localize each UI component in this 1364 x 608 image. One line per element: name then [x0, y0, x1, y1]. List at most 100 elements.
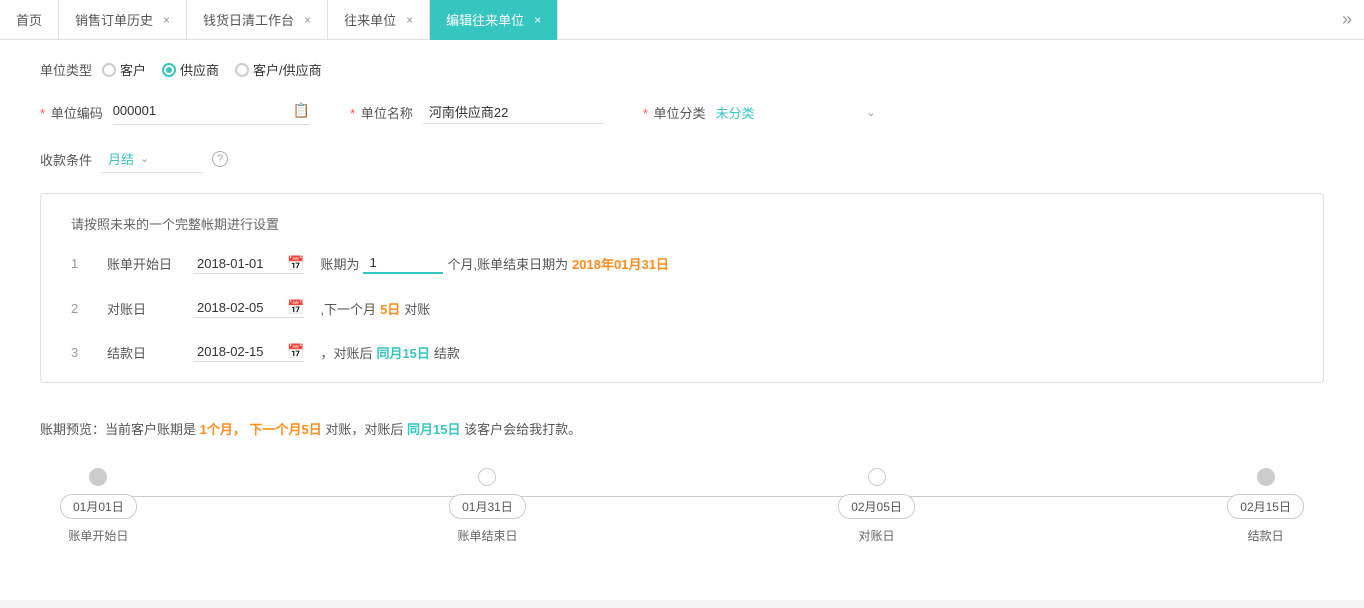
preview-part4: 同月15日	[407, 422, 460, 437]
tab-partner-close[interactable]: ×	[406, 13, 413, 27]
timeline-points: 01月01日 账单开始日 01月31日 账单结束日 02月05日 对账日 02月…	[60, 468, 1304, 544]
tab-partner[interactable]: 往来单位 ×	[328, 0, 430, 40]
reconcile-date-input-group: 📅	[193, 298, 304, 318]
period-end-date: 2018年01月31日	[572, 254, 669, 273]
timeline-chip-2: 01月31日	[449, 494, 526, 519]
reconcile-desc-part2: 对账	[404, 299, 430, 318]
timeline-dot-4	[1257, 468, 1275, 486]
tab-edit-partner[interactable]: 编辑往来单位 ×	[430, 0, 558, 40]
start-date-input-group: 📅	[193, 254, 304, 274]
timeline-point-2: 01月31日 账单结束日	[449, 468, 526, 544]
timeline-dot-2	[478, 468, 496, 486]
timeline-point-3: 02月05日 对账日	[838, 468, 915, 544]
reconcile-date-input[interactable]	[193, 298, 283, 317]
unit-code-group: * 单位编码 📋	[40, 99, 310, 125]
unit-type-label: 单位类型	[40, 60, 92, 79]
period-box: 请按照未来的一个完整帐期进行设置 1 账单开始日 📅 账期为 个月,账单结束日期…	[40, 193, 1324, 383]
reconcile-date-cal-icon[interactable]: 📅	[287, 299, 304, 316]
tab-partner-label: 往来单位	[344, 10, 396, 29]
tab-expand-icon[interactable]: »	[1330, 9, 1364, 30]
timeline-label-4: 结款日	[1248, 527, 1284, 544]
unit-name-input[interactable]	[423, 100, 603, 124]
payment-highlight2: 同月15日	[376, 343, 429, 362]
start-date-cal-icon[interactable]: 📅	[287, 255, 304, 272]
start-date-input[interactable]	[193, 254, 283, 273]
reconcile-desc-part1: ,下一个月	[320, 299, 376, 318]
required-star-code: *	[40, 106, 45, 121]
timeline-label-3: 对账日	[859, 527, 895, 544]
payment-date-cal-icon[interactable]: 📅	[287, 343, 304, 360]
tab-sales-close[interactable]: ×	[163, 13, 170, 27]
tab-sales-order[interactable]: 销售订单历史 ×	[59, 0, 187, 40]
tab-sales-label: 销售订单历史	[75, 10, 153, 29]
period-desc-3: ，对账后 同月15日 结款	[320, 343, 460, 362]
copy-icon[interactable]: 📋	[293, 102, 310, 119]
unit-category-label: * 单位分类	[643, 103, 706, 122]
code-name-row: * 单位编码 📋 * 单位名称 * 单位分类 未分类 ⌄	[40, 99, 1324, 125]
period-row-3: 3 结款日 📅 ，对账后 同月15日 结款	[71, 342, 1293, 362]
payment-terms-row: 收款条件 月结 ⌄ ?	[40, 145, 1324, 173]
period-desc-suffix: 个月,账单结束日期为	[447, 254, 568, 273]
tab-cash-work[interactable]: 钱货日清工作台 ×	[187, 0, 328, 40]
unit-code-label: * 单位编码	[40, 103, 103, 122]
radio-circle-both	[235, 63, 249, 77]
period-row-1: 1 账单开始日 📅 账期为 个月,账单结束日期为 2018年01月31日	[71, 253, 1293, 274]
unit-category-dropdown[interactable]: 未分类 ⌄	[716, 103, 876, 122]
tab-edit-close[interactable]: ×	[534, 13, 541, 27]
timeline-chip-4: 02月15日	[1227, 494, 1304, 519]
timeline-dot-1	[89, 468, 107, 486]
category-chevron-icon: ⌄	[866, 106, 875, 119]
tab-cash-close[interactable]: ×	[304, 13, 311, 27]
payment-date-input[interactable]	[193, 342, 283, 361]
radio-customer[interactable]: 客户	[102, 60, 146, 79]
timeline-label-1: 账单开始日	[68, 527, 128, 544]
period-label-3: 结款日	[107, 343, 177, 362]
unit-code-input[interactable]	[113, 99, 293, 122]
payment-date-input-group: 📅	[193, 342, 304, 362]
unit-type-group: 单位类型 客户 供应商 客户/供应商	[40, 60, 322, 79]
timeline-container: 01月01日 账单开始日 01月31日 账单结束日 02月05日 对账日 02月…	[40, 468, 1324, 544]
timeline-point-4: 02月15日 结款日	[1227, 468, 1304, 544]
preview-label: 账期预览：当前客户账期是	[40, 422, 196, 437]
reconcile-highlight1: 5日	[380, 299, 400, 318]
preview-part2: 下一个月5日	[250, 422, 322, 437]
radio-both-label: 客户/供应商	[253, 60, 322, 79]
required-star-name: *	[350, 106, 355, 121]
unit-type-row: 单位类型 客户 供应商 客户/供应商	[40, 60, 1324, 79]
period-desc-2: ,下一个月 5日 对账	[320, 299, 430, 318]
period-desc-prefix: 账期为	[320, 254, 359, 273]
period-months-input[interactable]	[363, 253, 443, 274]
radio-both[interactable]: 客户/供应商	[235, 60, 322, 79]
tab-cash-label: 钱货日清工作台	[203, 10, 294, 29]
period-title: 请按照未来的一个完整帐期进行设置	[71, 214, 1293, 233]
period-row-2: 2 对账日 📅 ,下一个月 5日 对账	[71, 298, 1293, 318]
radio-supplier-label: 供应商	[180, 60, 219, 79]
radio-circle-supplier	[162, 63, 176, 77]
help-icon[interactable]: ?	[212, 151, 228, 167]
unit-category-group: * 单位分类 未分类 ⌄	[643, 103, 876, 122]
preview-part1: 1个月，	[200, 422, 246, 437]
period-num-3: 3	[71, 345, 91, 360]
tab-home[interactable]: 首页	[0, 0, 59, 40]
radio-group: 客户 供应商 客户/供应商	[102, 60, 322, 79]
period-num-1: 1	[71, 256, 91, 271]
period-label-1: 账单开始日	[107, 254, 177, 273]
main-content: 单位类型 客户 供应商 客户/供应商 * 单位编码	[0, 40, 1364, 600]
timeline-label-2: 账单结束日	[457, 527, 517, 544]
timeline-point-1: 01月01日 账单开始日	[60, 468, 137, 544]
payment-terms-select[interactable]: 月结 ⌄	[102, 145, 202, 173]
period-num-2: 2	[71, 301, 91, 316]
tab-bar: 首页 销售订单历史 × 钱货日清工作台 × 往来单位 × 编辑往来单位 × »	[0, 0, 1364, 40]
radio-supplier[interactable]: 供应商	[162, 60, 219, 79]
terms-chevron-icon: ⌄	[140, 152, 149, 165]
payment-terms-group: 收款条件 月结 ⌄ ?	[40, 145, 228, 173]
preview-text: 账期预览：当前客户账期是 1个月， 下一个月5日 对账，对账后 同月15日 该客…	[40, 419, 1324, 438]
unit-code-input-wrapper: 📋	[113, 99, 310, 125]
radio-customer-label: 客户	[120, 60, 146, 79]
period-label-2: 对账日	[107, 299, 177, 318]
unit-category-value: 未分类	[716, 103, 755, 122]
timeline-chip-3: 02月05日	[838, 494, 915, 519]
payment-desc-part2: 结款	[434, 343, 460, 362]
preview-section: 账期预览：当前客户账期是 1个月， 下一个月5日 对账，对账后 同月15日 该客…	[40, 403, 1324, 544]
payment-terms-label: 收款条件	[40, 150, 92, 169]
